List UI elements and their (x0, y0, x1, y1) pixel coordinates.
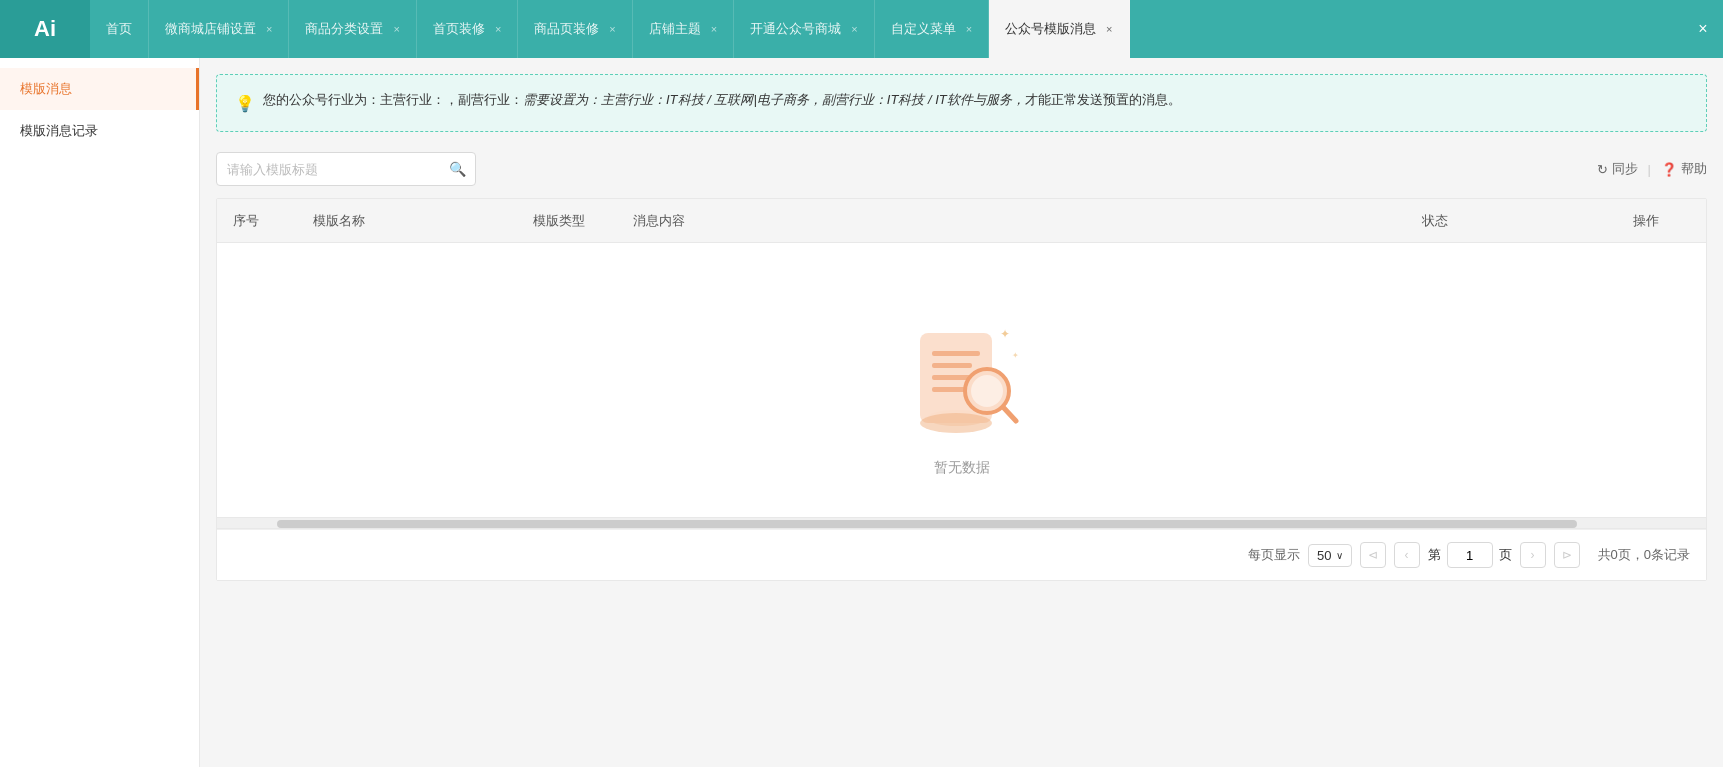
nav-tab-首页装修[interactable]: 首页装修× (417, 0, 518, 58)
nav-tab-自定义菜单[interactable]: 自定义菜单× (875, 0, 989, 58)
svg-rect-6 (932, 387, 968, 392)
page-size-label: 每页显示 (1248, 546, 1300, 564)
page-label-before: 第 (1428, 546, 1441, 564)
th-action: 操作 (1586, 212, 1706, 230)
tab-close-icon[interactable]: × (266, 23, 272, 35)
page-layout: 模版消息模版消息记录 💡 您的公众号行业为：主营行业：，副营行业：需要设置为：主… (0, 58, 1723, 767)
page-size-value: 50 (1317, 548, 1331, 563)
svg-point-8 (971, 375, 1003, 407)
page-label-after: 页 (1499, 546, 1512, 564)
svg-line-9 (1003, 407, 1016, 421)
sync-button[interactable]: ↻ 同步 (1597, 160, 1638, 178)
nav-tab-首页[interactable]: 首页 (90, 0, 149, 58)
divider: | (1648, 162, 1651, 177)
svg-text:✦: ✦ (1000, 327, 1010, 341)
nav-tab-商品分类设置[interactable]: 商品分类设置× (289, 0, 416, 58)
search-input-wrap: 🔍 (216, 152, 476, 186)
lightbulb-icon: 💡 (235, 90, 255, 117)
search-input[interactable] (216, 152, 476, 186)
tab-close-icon[interactable]: × (851, 23, 857, 35)
nav-tab-公众号模版消息[interactable]: 公众号模版消息× (989, 0, 1129, 58)
prev-page-button[interactable]: ‹ (1394, 542, 1420, 568)
notice-box: 💡 您的公众号行业为：主营行业：，副营行业：需要设置为：主营行业：IT科技 / … (216, 74, 1707, 132)
tab-close-icon[interactable]: × (495, 23, 501, 35)
table-header: 序号 模版名称 模版类型 消息内容 状态 操作 (217, 199, 1706, 243)
empty-text: 暂无数据 (934, 459, 990, 477)
total-info: 共0页，0条记录 (1598, 546, 1690, 564)
main-content: 💡 您的公众号行业为：主营行业：，副营行业：需要设置为：主营行业：IT科技 / … (200, 58, 1723, 767)
tab-close-icon[interactable]: × (1106, 23, 1112, 35)
page-size-dropdown-icon: ∨ (1336, 550, 1343, 561)
top-navigation: Ai 首页微商城店铺设置×商品分类设置×首页装修×商品页装修×店铺主题×开通公众… (0, 0, 1723, 58)
svg-rect-4 (932, 363, 972, 368)
th-type: 模版类型 (517, 212, 617, 230)
horizontal-scrollbar[interactable] (217, 517, 1706, 529)
tab-close-icon[interactable]: × (711, 23, 717, 35)
search-button[interactable]: 🔍 (449, 161, 466, 177)
th-content: 消息内容 (617, 212, 1406, 230)
tab-close-icon[interactable]: × (609, 23, 615, 35)
empty-state: ✦ ✦ 暂无数据 (217, 243, 1706, 517)
page-input-wrap: 第 页 (1428, 542, 1512, 568)
close-all-tabs-button[interactable]: × (1683, 0, 1723, 58)
svg-rect-3 (932, 351, 980, 356)
help-button[interactable]: ❓ 帮助 (1661, 160, 1707, 178)
nav-tab-微商城店铺设置[interactable]: 微商城店铺设置× (149, 0, 289, 58)
sync-label: 同步 (1612, 160, 1638, 178)
nav-tab-店铺主题[interactable]: 店铺主题× (633, 0, 734, 58)
nav-tab-商品页装修[interactable]: 商品页装修× (518, 0, 632, 58)
empty-illustration: ✦ ✦ (892, 303, 1032, 443)
nav-tab-开通公众号商城[interactable]: 开通公众号商城× (734, 0, 874, 58)
svg-point-2 (920, 413, 992, 433)
sidebar: 模版消息模版消息记录 (0, 58, 200, 767)
th-seq: 序号 (217, 212, 297, 230)
sidebar-item-模版消息记录[interactable]: 模版消息记录 (0, 110, 199, 152)
svg-text:✦: ✦ (1012, 351, 1019, 360)
search-bar: 🔍 ↻ 同步 | ❓ 帮助 (216, 152, 1707, 186)
data-table: 序号 模版名称 模版类型 消息内容 状态 操作 (216, 198, 1707, 581)
sync-icon: ↻ (1597, 162, 1608, 177)
help-label: 帮助 (1681, 160, 1707, 178)
help-icon: ❓ (1661, 162, 1677, 177)
next-page-button[interactable]: › (1520, 542, 1546, 568)
search-actions: ↻ 同步 | ❓ 帮助 (1597, 160, 1707, 178)
th-name: 模版名称 (297, 212, 517, 230)
tab-close-icon[interactable]: × (966, 23, 972, 35)
scrollbar-thumb[interactable] (277, 520, 1577, 528)
notice-text: 您的公众号行业为：主营行业：，副营行业：需要设置为：主营行业：IT科技 / 互联… (263, 89, 1181, 111)
tab-close-icon[interactable]: × (393, 23, 399, 35)
last-page-button[interactable]: ⊳ (1554, 542, 1580, 568)
th-status: 状态 (1406, 212, 1586, 230)
page-size-select[interactable]: 50 ∨ (1308, 544, 1351, 567)
pagination: 每页显示 50 ∨ ⊲ ‹ 第 页 › ⊳ 共0页，0条记录 (217, 529, 1706, 580)
nav-tabs-container: 首页微商城店铺设置×商品分类设置×首页装修×商品页装修×店铺主题×开通公众号商城… (90, 0, 1683, 58)
first-page-button[interactable]: ⊲ (1360, 542, 1386, 568)
app-logo: Ai (0, 0, 90, 58)
sidebar-item-模版消息[interactable]: 模版消息 (0, 68, 199, 110)
page-number-input[interactable] (1447, 542, 1493, 568)
